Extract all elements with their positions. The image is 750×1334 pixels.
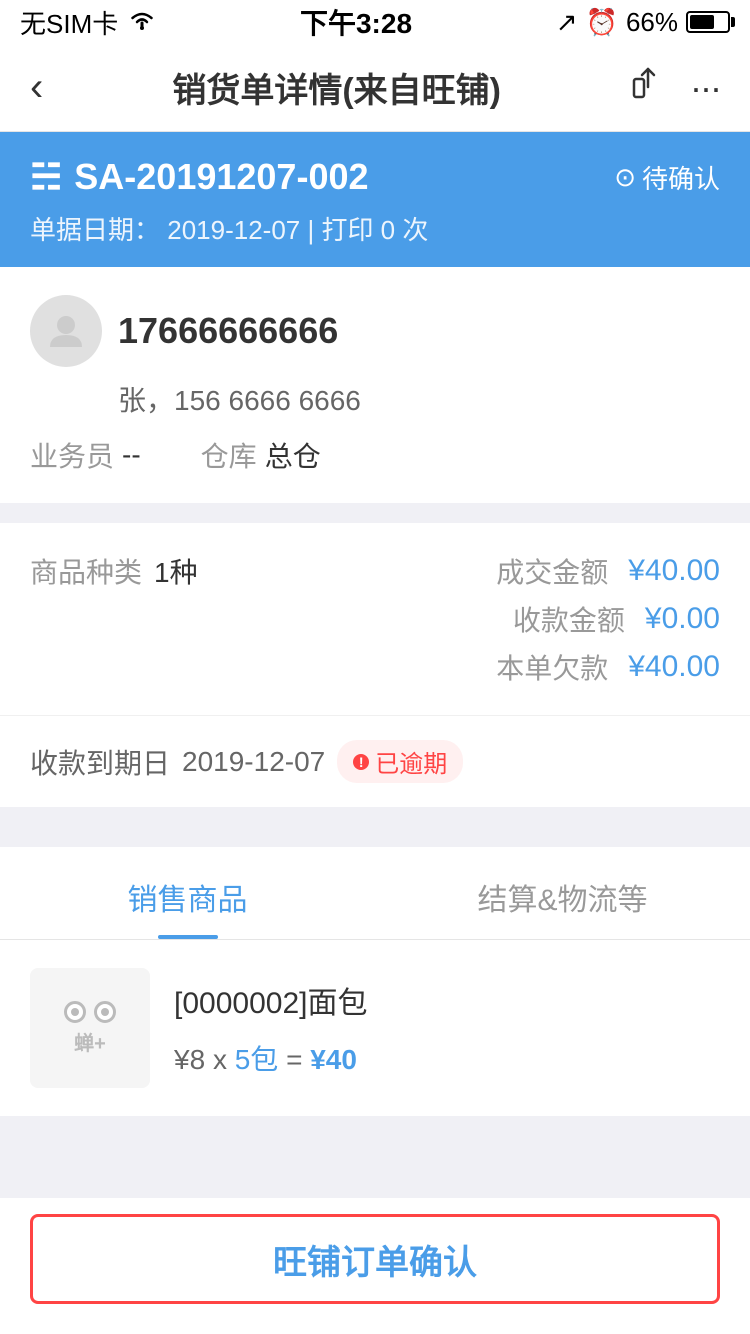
wifi-icon	[128, 7, 156, 38]
avatar	[30, 295, 102, 367]
owl-logo: 蝉+	[64, 1001, 116, 1056]
warehouse: 仓库 总仓	[201, 435, 321, 475]
status-bar: 无SIM卡 下午3:28 ↗ ⏰ 66%	[0, 0, 750, 44]
page-title: 销货单详情(来自旺铺)	[172, 63, 501, 112]
more-icon[interactable]: ···	[690, 67, 720, 109]
sales-rep: 业务员 --	[30, 435, 141, 475]
owed-amount: 本单欠款 ¥40.00	[496, 647, 720, 687]
tab-products[interactable]: 销售商品	[0, 847, 375, 939]
customer-name: 张，156 6666 6666	[118, 379, 720, 419]
status-bar-right: ↗ ⏰ 66%	[556, 7, 730, 38]
back-button[interactable]: ‹	[30, 65, 43, 110]
customer-card: 17666666666 张，156 6666 6666 业务员 -- 仓库 总仓	[0, 267, 750, 503]
order-icon: ☵	[30, 156, 62, 198]
goods-type: 商品种类 1种	[30, 551, 198, 591]
order-status: ⊙ 待确认	[614, 159, 720, 196]
order-header: ☵ SA-20191207-002 ⊙ 待确认 单据日期： 2019-12-07…	[0, 132, 750, 267]
product-info: [0000002]面包 ¥8 x 5包 = ¥40	[174, 978, 720, 1078]
nav-actions: ···	[630, 65, 720, 110]
product-section: 蝉+ [0000002]面包 ¥8 x 5包 = ¥40	[0, 940, 750, 1116]
nav-bar: ‹ 销货单详情(来自旺铺) ···	[0, 44, 750, 132]
order-id: ☵ SA-20191207-002	[30, 156, 369, 198]
customer-phone: 17666666666	[118, 310, 338, 352]
tab-settlement[interactable]: 结算&物流等	[375, 847, 750, 939]
owl-right-eye	[94, 1001, 116, 1023]
clock-icon: ⊙	[614, 162, 636, 193]
battery-icon	[686, 11, 730, 33]
equals-sign: =	[286, 1044, 302, 1075]
confirm-button[interactable]: 旺铺订单确认	[30, 1214, 720, 1304]
bottom-bar: 旺铺订单确认	[0, 1198, 750, 1334]
product-item: 蝉+ [0000002]面包 ¥8 x 5包 = ¥40	[0, 940, 750, 1116]
multiply-sign: x	[213, 1044, 227, 1075]
status-bar-left: 无SIM卡	[20, 4, 156, 41]
tabs-row: 销售商品 结算&物流等	[0, 847, 750, 939]
customer-meta: 业务员 -- 仓库 总仓	[30, 435, 720, 475]
due-date-value: 2019-12-07	[182, 746, 325, 778]
deal-amount: 成交金额 ¥40.00	[496, 551, 720, 591]
carrier-text: 无SIM卡	[20, 4, 118, 41]
product-price: ¥8	[174, 1044, 205, 1075]
owl-left-eye	[64, 1001, 86, 1023]
location-icon: ↗	[556, 7, 578, 38]
alarm-icon: ⏰	[586, 7, 618, 38]
product-total: ¥40	[310, 1044, 357, 1075]
received-amount: 收款金额 ¥0.00	[513, 599, 720, 639]
battery-percent: 66%	[626, 7, 678, 38]
status-bar-time: 下午3:28	[300, 2, 412, 42]
divider-2	[0, 807, 750, 827]
overdue-text: 已逾期	[375, 744, 447, 779]
divider-1	[0, 503, 750, 523]
due-date-label: 收款到期日	[30, 742, 170, 782]
brand-text: 蝉+	[74, 1027, 106, 1056]
product-qty: 5包	[235, 1044, 279, 1075]
product-price-row: ¥8 x 5包 = ¥40	[174, 1038, 720, 1078]
product-name: [0000002]面包	[174, 978, 720, 1022]
tabs-container: 销售商品 结算&物流等	[0, 847, 750, 940]
order-date: 单据日期： 2019-12-07 | 打印 0 次	[30, 210, 720, 247]
amounts: 成交金额 ¥40.00 收款金额 ¥0.00 本单欠款 ¥40.00	[496, 551, 720, 687]
product-thumbnail: 蝉+	[30, 968, 150, 1088]
share-icon[interactable]	[630, 65, 666, 110]
due-date-card: 收款到期日 2019-12-07 ! 已逾期	[0, 715, 750, 807]
overdue-badge: ! 已逾期	[337, 740, 463, 783]
summary-card: 商品种类 1种 成交金额 ¥40.00 收款金额 ¥0.00 本单欠款 ¥40.…	[0, 523, 750, 715]
